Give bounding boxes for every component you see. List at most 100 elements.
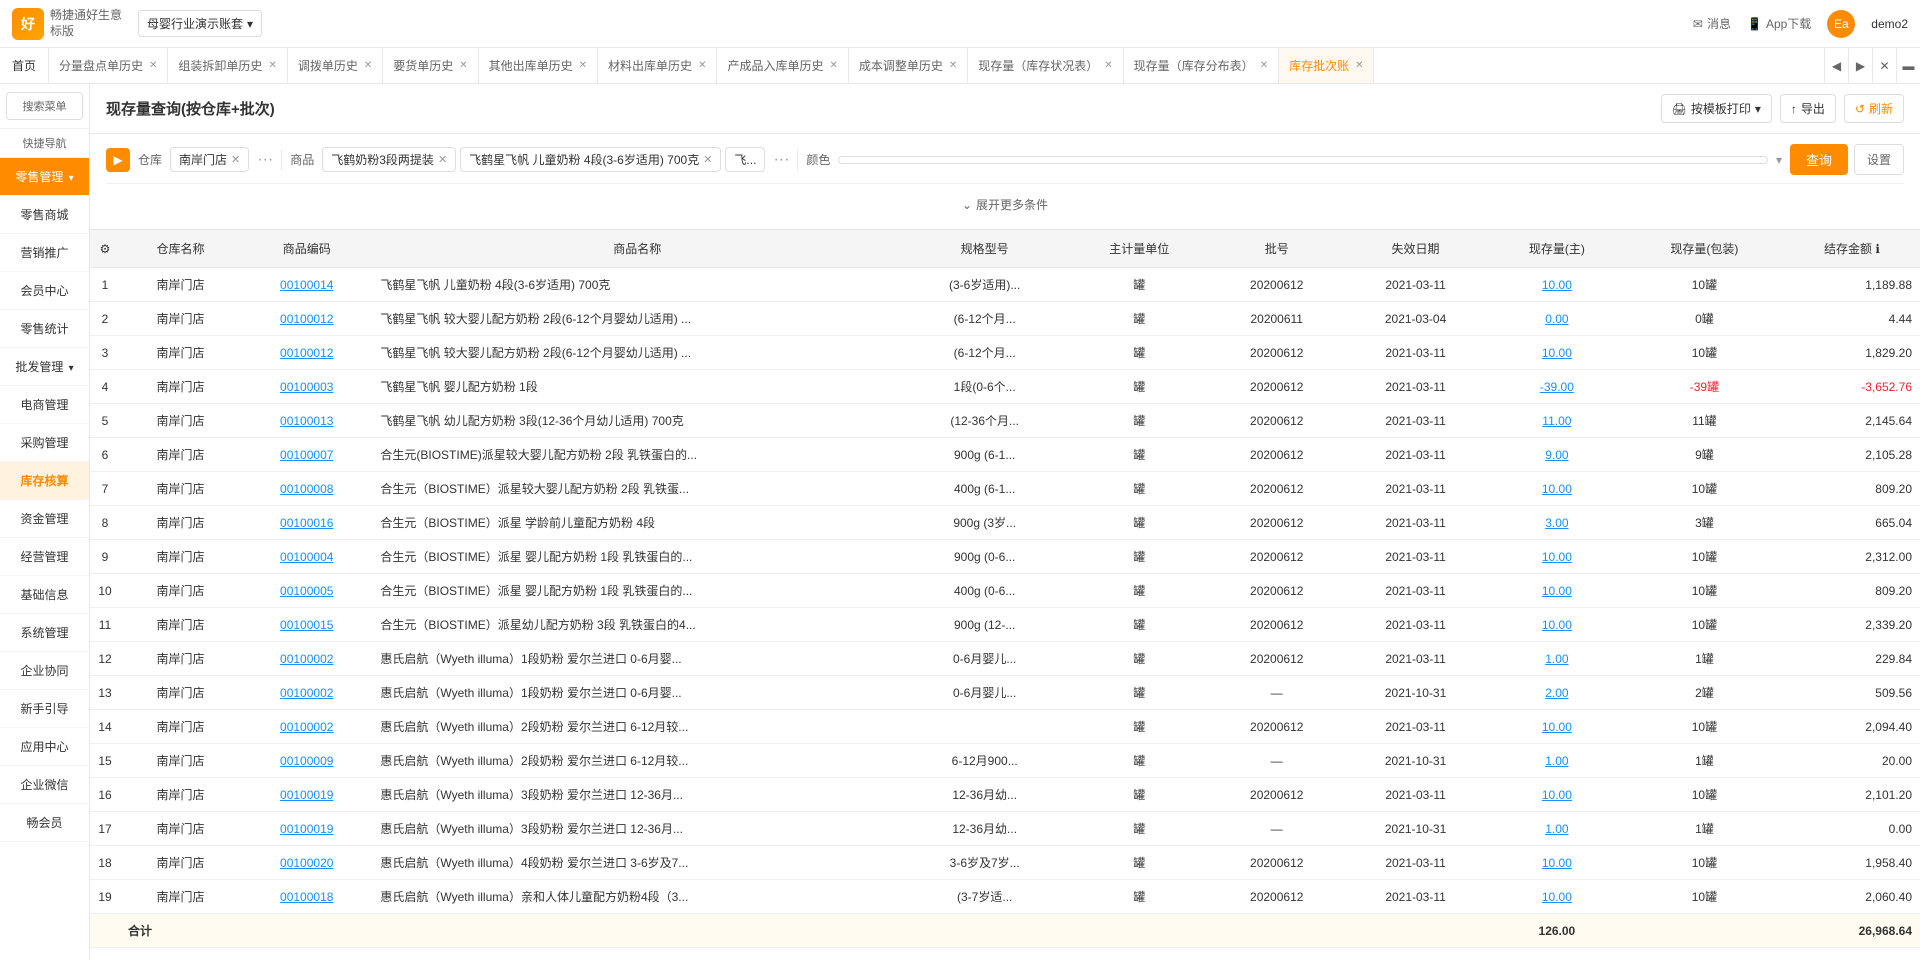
product-tag-close-icon[interactable]: ✕ bbox=[438, 153, 447, 166]
row-stock-main[interactable]: 10.00 bbox=[1489, 880, 1625, 914]
tab-close-current-btn[interactable]: ✕ bbox=[1872, 48, 1896, 84]
sidebar-item-enterprise[interactable]: 企业协同 bbox=[0, 652, 89, 690]
row-stock-main[interactable]: 0.00 bbox=[1489, 302, 1625, 336]
row-no: 11 bbox=[90, 608, 120, 642]
sidebar-item-app-center[interactable]: 应用中心 bbox=[0, 728, 89, 766]
warehouse-tag-close-icon[interactable]: ✕ bbox=[231, 153, 240, 166]
app-download-btn[interactable]: 📱 App下载 bbox=[1747, 15, 1811, 32]
expand-more-btn[interactable]: ⌄ 展开更多条件 bbox=[962, 190, 1048, 219]
tab-home[interactable]: 首页 bbox=[0, 48, 49, 83]
tab-stock-status[interactable]: 现存量（库存状况表） ✕ bbox=[968, 48, 1123, 83]
row-stock-pkg: 1罐 bbox=[1625, 642, 1784, 676]
tab-cost-adj[interactable]: 成本调整单历史 ✕ bbox=[849, 48, 968, 83]
row-stock-main[interactable]: 10.00 bbox=[1489, 778, 1625, 812]
tab-product-in[interactable]: 产成品入库单历史 ✕ bbox=[717, 48, 848, 83]
refresh-btn[interactable]: ↺ 刷新 bbox=[1844, 94, 1904, 123]
tab-close-icon[interactable]: ✕ bbox=[364, 60, 372, 71]
sidebar-item-retail-store[interactable]: 零售商城 bbox=[0, 196, 89, 234]
sidebar-item-purchase[interactable]: 采购管理 bbox=[0, 424, 89, 462]
row-stock-main[interactable]: 10.00 bbox=[1489, 710, 1625, 744]
row-stock-main[interactable]: 10.00 bbox=[1489, 608, 1625, 642]
sidebar-item-retail-mgmt[interactable]: 零售管理 ▾ bbox=[0, 158, 89, 196]
sidebar-quick-nav[interactable]: 快捷导航 bbox=[0, 129, 89, 158]
setting-btn[interactable]: 设置 bbox=[1854, 144, 1904, 175]
sidebar-item-system[interactable]: 系统管理 bbox=[0, 614, 89, 652]
filter-expand-btn[interactable]: ▶ bbox=[106, 148, 130, 172]
color-input[interactable] bbox=[838, 156, 1768, 164]
tab-stock-dist[interactable]: 现存量（库存分布表） ✕ bbox=[1124, 48, 1279, 83]
warehouse-more-icon[interactable]: ··· bbox=[257, 151, 273, 169]
tab-next-btn[interactable]: ▶ bbox=[1848, 48, 1872, 84]
sidebar-item-marketing[interactable]: 营销推广 bbox=[0, 234, 89, 272]
tab-close-icon[interactable]: ✕ bbox=[1355, 60, 1363, 71]
sidebar-item-member[interactable]: 会员中心 bbox=[0, 272, 89, 310]
chevron-down-icon: ▾ bbox=[247, 17, 253, 31]
row-stock-main[interactable]: 10.00 bbox=[1489, 268, 1625, 302]
tab-prev-btn[interactable]: ◀ bbox=[1824, 48, 1848, 84]
row-stock-main[interactable]: 11.00 bbox=[1489, 404, 1625, 438]
sidebar-item-basic[interactable]: 基础信息 bbox=[0, 576, 89, 614]
row-unit: 罐 bbox=[1067, 540, 1211, 574]
row-amount: 2,312.00 bbox=[1784, 540, 1920, 574]
row-stock-main[interactable]: 1.00 bbox=[1489, 812, 1625, 846]
row-stock-main[interactable]: 2.00 bbox=[1489, 676, 1625, 710]
tab-close-icon[interactable]: ✕ bbox=[149, 60, 157, 71]
sidebar-item-ecommerce[interactable]: 电商管理 bbox=[0, 386, 89, 424]
tab-close-icon[interactable]: ✕ bbox=[459, 60, 467, 71]
row-stock-main[interactable]: 10.00 bbox=[1489, 540, 1625, 574]
user-name[interactable]: demo2 bbox=[1871, 17, 1908, 31]
row-stock-main[interactable]: 9.00 bbox=[1489, 438, 1625, 472]
tab-fen-pan[interactable]: 分量盘点单历史 ✕ bbox=[49, 48, 168, 83]
account-selector[interactable]: 母婴行业演示账套 ▾ bbox=[138, 10, 262, 37]
sidebar-item-guide[interactable]: 新手引导 bbox=[0, 690, 89, 728]
sidebar-item-business[interactable]: 经营管理 bbox=[0, 538, 89, 576]
sidebar-item-inventory[interactable]: 库存核算 bbox=[0, 462, 89, 500]
row-stock-main[interactable]: 1.00 bbox=[1489, 642, 1625, 676]
sidebar-item-wholesale[interactable]: 批发管理 ▾ bbox=[0, 348, 89, 386]
row-stock-main[interactable]: 10.00 bbox=[1489, 574, 1625, 608]
product-tag-1[interactable]: 飞鹤星飞帆 儿童奶粉 4段(3-6岁适用) 700克 ✕ bbox=[460, 147, 721, 172]
row-stock-main[interactable]: 3.00 bbox=[1489, 506, 1625, 540]
row-stock-main[interactable]: 10.00 bbox=[1489, 336, 1625, 370]
row-stock-main[interactable]: -39.00 bbox=[1489, 370, 1625, 404]
product-tag-0[interactable]: 飞鹤奶粉3段两提装 ✕ bbox=[322, 147, 456, 172]
warehouse-filter-tag[interactable]: 南岸门店 ✕ bbox=[170, 147, 249, 172]
sidebar-item-enterprise-wechat[interactable]: 企业微信 bbox=[0, 766, 89, 804]
tab-close-icon[interactable]: ✕ bbox=[1104, 60, 1112, 71]
tab-other-out[interactable]: 其他出库单历史 ✕ bbox=[479, 48, 598, 83]
print-btn[interactable]: 🖨 按模板打印 ▾ bbox=[1661, 94, 1772, 123]
gear-icon[interactable]: ⚙ bbox=[100, 242, 111, 256]
tab-close-icon[interactable]: ✕ bbox=[829, 60, 837, 71]
tab-yao-huo[interactable]: 要货单历史 ✕ bbox=[383, 48, 478, 83]
tab-zu-chai[interactable]: 组装拆卸单历史 ✕ bbox=[168, 48, 287, 83]
row-spec: 12-36月幼... bbox=[902, 812, 1067, 846]
tab-close-icon[interactable]: ✕ bbox=[579, 60, 587, 71]
table-row: 15南岸门店00100009惠氏启航（Wyeth illuma）2段奶粉 爱尔兰… bbox=[90, 744, 1920, 778]
tab-menu-btn[interactable]: ▬ bbox=[1896, 48, 1920, 84]
col-settings[interactable]: ⚙ bbox=[90, 230, 120, 268]
row-batch: 20200612 bbox=[1211, 506, 1342, 540]
row-batch: 20200612 bbox=[1211, 438, 1342, 472]
tab-close-icon[interactable]: ✕ bbox=[949, 60, 957, 71]
search-menu-btn[interactable]: 搜索菜单 bbox=[6, 92, 83, 120]
product-more-icon[interactable]: ··· bbox=[773, 151, 789, 169]
row-amount: 809.20 bbox=[1784, 472, 1920, 506]
sidebar-item-retail-stats[interactable]: 零售统计 bbox=[0, 310, 89, 348]
tab-close-icon[interactable]: ✕ bbox=[268, 60, 276, 71]
tab-material-out[interactable]: 材料出库单历史 ✕ bbox=[598, 48, 717, 83]
tab-stock-batch[interactable]: 库存批次账 ✕ bbox=[1279, 48, 1374, 83]
search-btn[interactable]: 查询 bbox=[1790, 144, 1848, 175]
sidebar-item-vip[interactable]: 畅会员 bbox=[0, 804, 89, 842]
tab-diao-bo[interactable]: 调拨单历史 ✕ bbox=[288, 48, 383, 83]
message-btn[interactable]: ✉ 消息 bbox=[1693, 15, 1731, 32]
product-tag-more[interactable]: 飞... bbox=[725, 147, 765, 172]
row-stock-main[interactable]: 1.00 bbox=[1489, 744, 1625, 778]
row-stock-main[interactable]: 10.00 bbox=[1489, 472, 1625, 506]
sidebar-item-finance[interactable]: 资金管理 bbox=[0, 500, 89, 538]
tab-close-icon[interactable]: ✕ bbox=[1260, 60, 1268, 71]
product-tag-close-icon[interactable]: ✕ bbox=[703, 153, 712, 166]
tab-close-icon[interactable]: ✕ bbox=[698, 60, 706, 71]
row-stock-main[interactable]: 10.00 bbox=[1489, 846, 1625, 880]
tabs-bar: 首页 分量盘点单历史 ✕ 组装拆卸单历史 ✕ 调拨单历史 ✕ 要货单历史 ✕ 其… bbox=[0, 48, 1920, 84]
export-btn[interactable]: ↑ 导出 bbox=[1780, 94, 1836, 123]
